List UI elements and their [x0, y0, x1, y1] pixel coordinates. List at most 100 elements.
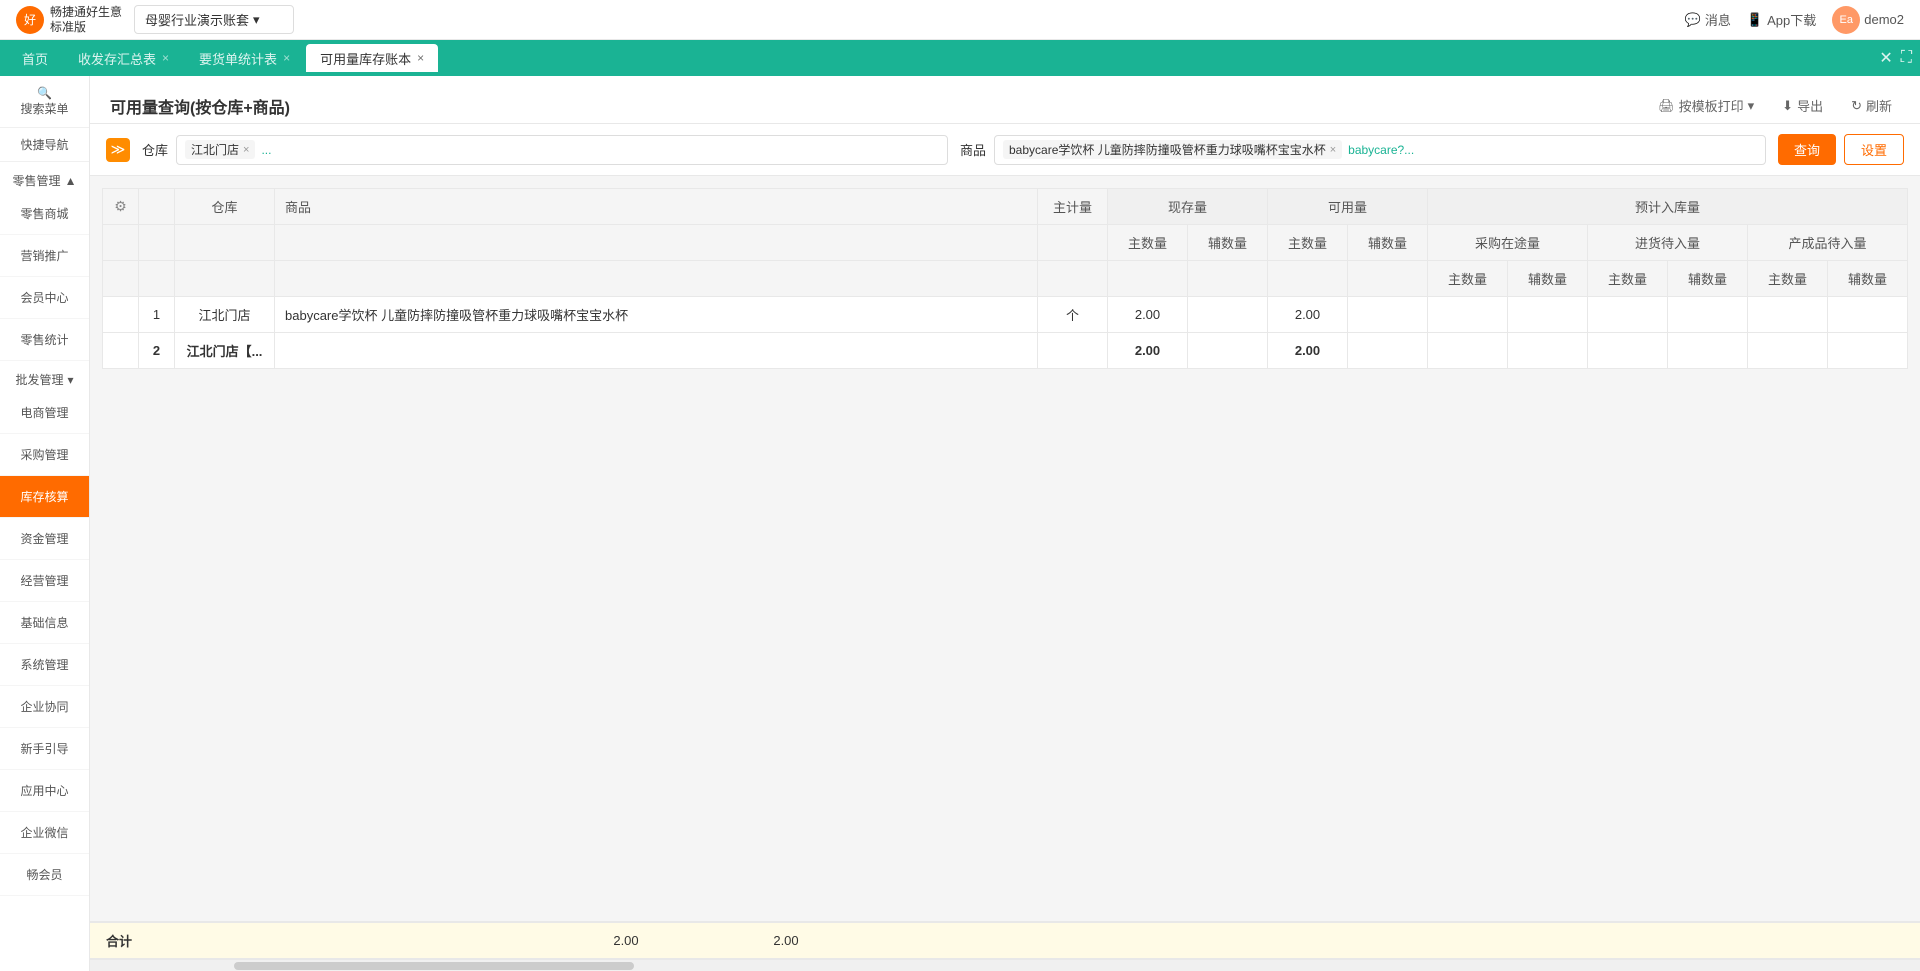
logo-text: 畅捷通好生意 标准版: [50, 5, 122, 34]
query-button[interactable]: 查询: [1778, 134, 1836, 165]
td-production-aux-1: [1828, 297, 1908, 333]
close-tab-btn[interactable]: ✕: [1879, 48, 1892, 68]
sidebar-item-collab[interactable]: 企业协同: [0, 686, 89, 728]
sidebar-item-ecommerce[interactable]: 电商管理: [0, 392, 89, 434]
th-ia3: 辅数量: [1668, 261, 1748, 297]
sidebar-item-retail-mall[interactable]: 零售商城: [0, 193, 89, 235]
sidebar-item-retail-mgmt[interactable]: 零售管理 ▲: [0, 162, 89, 193]
td-stock-aux-1: [1188, 297, 1268, 333]
footer-avail-main: 2.00: [746, 933, 826, 948]
top-bar-left: 好 畅捷通好生意 标准版 母婴行业演示账套 ▾: [16, 5, 294, 34]
sidebar-item-system[interactable]: 系统管理: [0, 644, 89, 686]
sidebar-item-marketing[interactable]: 营销推广: [0, 235, 89, 277]
export-btn[interactable]: ⬇ 导出: [1774, 92, 1831, 119]
td-purchase-main-1: [1428, 297, 1508, 333]
sidebar-item-purchase[interactable]: 采购管理: [0, 434, 89, 476]
sidebar-item-inventory[interactable]: 库存核算: [0, 476, 89, 518]
user-profile[interactable]: Ea demo2: [1832, 6, 1904, 34]
goods-tag-close[interactable]: ×: [1330, 144, 1336, 156]
td-incoming-main-1: [1588, 297, 1668, 333]
warehouse-tags[interactable]: 江北门店 × ...: [176, 135, 948, 165]
td-avail-main-2: 2.00: [1268, 333, 1348, 369]
filter-toggle[interactable]: ≫: [106, 138, 130, 162]
sidebar-item-newbie[interactable]: 新手引导: [0, 728, 89, 770]
td-incoming-aux-1: [1668, 297, 1748, 333]
th-g3: [275, 261, 1038, 297]
sidebar-item-enterprise-wechat[interactable]: 企业微信: [0, 812, 89, 854]
th-n3: [139, 261, 175, 297]
td-production-aux-2: [1828, 333, 1908, 369]
th-purchase: 采购在途量: [1428, 225, 1588, 261]
refresh-icon: ↻: [1851, 98, 1862, 114]
td-incoming-aux-2: [1668, 333, 1748, 369]
arrow-icon: ▾: [67, 373, 73, 387]
th-warehouse: 仓库: [175, 189, 275, 225]
tab-inventory-close[interactable]: ×: [417, 51, 424, 65]
td-avail-main-1: 2.00: [1268, 297, 1348, 333]
td-no-2: 2: [139, 333, 175, 369]
th-im3: 主数量: [1588, 261, 1668, 297]
th-stock-aux: 辅数量: [1188, 225, 1268, 261]
quick-nav[interactable]: 快捷导航: [0, 128, 89, 162]
message-action[interactable]: 💬 消息: [1685, 10, 1731, 29]
goods-tag-babycare: babycare学饮杯 儿童防摔防撞吸管杯重力球吸嘴杯宝宝水杯 ×: [1003, 140, 1342, 159]
chevron-down-icon: ▾: [253, 12, 260, 28]
sidebar-item-finance[interactable]: 资金管理: [0, 518, 89, 560]
logo-icon: 好: [16, 6, 44, 34]
print-btn[interactable]: 🖨 按模板打印 ▾: [1650, 92, 1762, 119]
sidebar-item-retail-stats[interactable]: 零售统计: [0, 319, 89, 361]
warehouse-label: 仓库: [142, 140, 168, 159]
sidebar-item-member[interactable]: 会员中心: [0, 277, 89, 319]
download-icon: 📱: [1747, 12, 1763, 28]
td-no-1: 1: [139, 297, 175, 333]
td-unit-1: 个: [1038, 297, 1108, 333]
main-content: 可用量查询(按仓库+商品) 🖨 按模板打印 ▾ ⬇ 导出 ↻ 刷新: [90, 76, 1920, 971]
scroll-bar[interactable]: [90, 959, 1920, 971]
org-selector[interactable]: 母婴行业演示账套 ▾: [134, 5, 294, 34]
td-stock-main-1: 2.00: [1108, 297, 1188, 333]
th-unit-sub: [1038, 225, 1108, 261]
scroll-thumb[interactable]: [234, 962, 634, 970]
tab-home[interactable]: 首页: [8, 44, 62, 72]
th-production: 产成品待入量: [1748, 225, 1908, 261]
sidebar-item-app-center[interactable]: 应用中心: [0, 770, 89, 812]
sidebar-item-operations[interactable]: 经营管理: [0, 560, 89, 602]
sidebar-item-vip[interactable]: 畅会员: [0, 854, 89, 896]
toggle-icon: ≫: [111, 141, 126, 158]
message-icon: 💬: [1685, 12, 1701, 28]
warehouse-more[interactable]: ...: [261, 143, 271, 157]
goods-more[interactable]: babycare?...: [1348, 143, 1414, 157]
td-purchase-main-2: [1428, 333, 1508, 369]
tab-income[interactable]: 收发存汇总表 ×: [64, 44, 183, 72]
th-prom3: 主数量: [1748, 261, 1828, 297]
sidebar-item-wholesale-mgmt[interactable]: 批发管理 ▾: [0, 361, 89, 392]
page-header: 可用量查询(按仓库+商品) 🖨 按模板打印 ▾ ⬇ 导出 ↻ 刷新: [90, 76, 1920, 124]
warehouse-tag-jiangbei: 江北门店 ×: [185, 140, 255, 159]
tab-income-close[interactable]: ×: [162, 51, 169, 65]
tab-order[interactable]: 要货单统计表 ×: [185, 44, 304, 72]
search-menu[interactable]: 🔍 搜索菜单: [0, 76, 89, 128]
th-settings: ⚙: [103, 189, 139, 225]
th-avail-main: 主数量: [1268, 225, 1348, 261]
app-download-action[interactable]: 📱 App下载: [1747, 10, 1816, 29]
th-no: [139, 189, 175, 225]
th-avail-aux: 辅数量: [1348, 225, 1428, 261]
fullscreen-btn[interactable]: ⛶: [1901, 49, 1912, 67]
td-settings-2: [103, 333, 139, 369]
page-title: 可用量查询(按仓库+商品): [110, 94, 290, 118]
goods-tags[interactable]: babycare学饮杯 儿童防摔防撞吸管杯重力球吸嘴杯宝宝水杯 × babyca…: [994, 135, 1766, 165]
tab-order-close[interactable]: ×: [283, 51, 290, 65]
settings-button[interactable]: 设置: [1844, 134, 1904, 165]
refresh-btn[interactable]: ↻ 刷新: [1843, 92, 1900, 119]
th-pm3: 主数量: [1428, 261, 1508, 297]
td-warehouse-1: 江北门店: [175, 297, 275, 333]
th-proa3: 辅数量: [1828, 261, 1908, 297]
warehouse-tag-close[interactable]: ×: [243, 144, 249, 156]
sidebar-item-basic-info[interactable]: 基础信息: [0, 602, 89, 644]
arrow-icon: ▲: [65, 174, 77, 188]
td-avail-aux-1: [1348, 297, 1428, 333]
th-s3: [103, 261, 139, 297]
tab-inventory[interactable]: 可用量库存账本 ×: [306, 44, 438, 72]
settings-gear-icon[interactable]: ⚙: [114, 198, 127, 214]
td-goods-1: babycare学饮杯 儿童防摔防撞吸管杯重力球吸嘴杯宝宝水杯: [275, 297, 1038, 333]
